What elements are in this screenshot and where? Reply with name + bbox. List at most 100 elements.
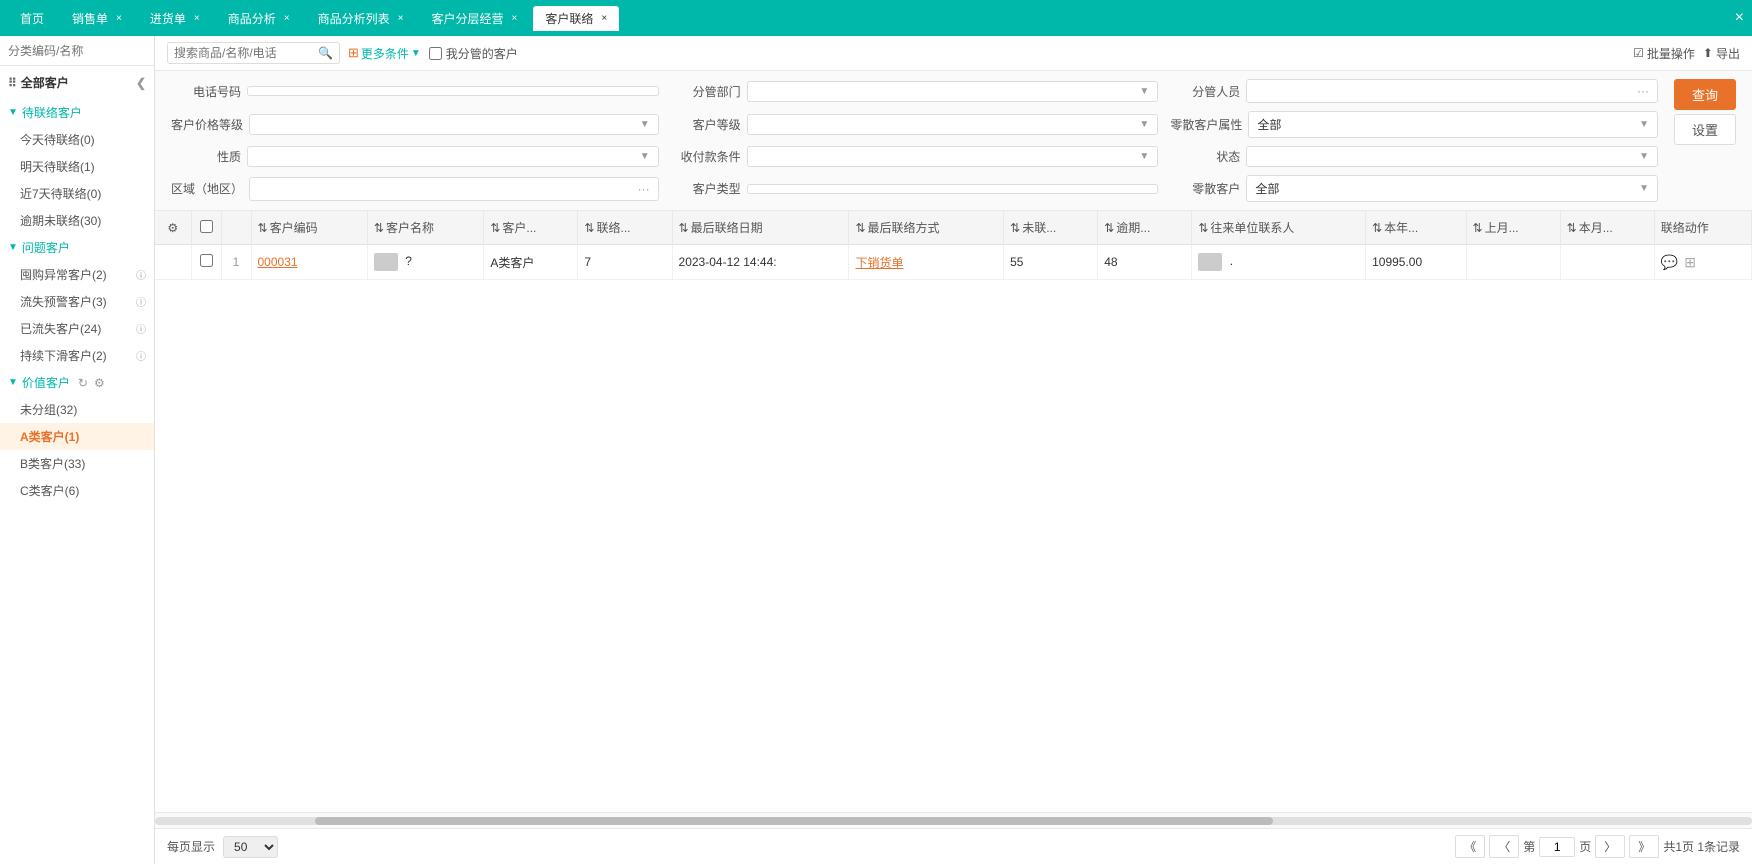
last-page-btn[interactable]: 》 (1629, 835, 1659, 858)
page-input[interactable] (1539, 837, 1575, 857)
col-company-contact-sort[interactable]: ⇅ (1198, 221, 1208, 235)
filter-field-manager: 分管人员 ··· (1170, 79, 1658, 103)
bottom-bar: 每页显示 20 50 100 《 〈 第 页 〉 》 共1页 1条记录 (155, 828, 1752, 864)
sidebar-item-overdue[interactable]: 逾期未联络(30) (0, 207, 154, 234)
nav-purchase-close[interactable]: × (194, 13, 200, 24)
col-settings[interactable]: ⚙ (155, 211, 191, 245)
col-last-date-sort[interactable]: ⇅ (679, 221, 689, 235)
value-settings-icon[interactable]: ⚙ (94, 376, 105, 390)
settings-btn[interactable]: 设置 (1674, 114, 1736, 145)
nature-select[interactable]: ▼ (247, 146, 659, 167)
last-method-link[interactable]: 下销货单 (855, 256, 903, 270)
col-type-sort[interactable]: ⇅ (490, 221, 500, 235)
phone-input[interactable] (247, 86, 659, 96)
status-select[interactable]: ▼ (1246, 146, 1658, 167)
query-btn[interactable]: 查询 (1674, 79, 1736, 110)
dept-select[interactable]: ▼ (747, 81, 1159, 102)
sidebar: 🔍 ⠿ 全部客户 ❮ ▼ 待联络客户 今天待联络(0) 明天待联络(1) 近7天… (0, 36, 155, 864)
sidebar-item-churn-warning[interactable]: 流失预警客户(3) ⓘ (0, 288, 154, 315)
payment-select[interactable]: ▼ (747, 146, 1159, 167)
row-last-method-cell[interactable]: 下销货单 (849, 245, 1004, 280)
pagination: 《 〈 第 页 〉 》 共1页 1条记录 (1455, 835, 1740, 858)
nav-product-analysis-close[interactable]: × (284, 13, 290, 24)
scroll-thumb[interactable] (315, 817, 1273, 825)
row-checkbox[interactable] (200, 254, 213, 267)
comment-action-icon[interactable]: 💬 (1661, 254, 1678, 271)
close-all-btn[interactable]: × (1735, 9, 1744, 27)
col-overdue-sort[interactable]: ⇅ (1104, 221, 1114, 235)
retail-attr-select[interactable]: 全部 ▼ (1248, 111, 1658, 138)
nav-product-analysis[interactable]: 商品分析 × (216, 6, 302, 31)
row-code-cell[interactable]: 000031 (251, 245, 367, 280)
sidebar-item-churned[interactable]: 已流失客户(24) ⓘ (0, 315, 154, 342)
my-customers-checkbox-label[interactable]: 我分管的客户 (429, 45, 518, 62)
page-size-select[interactable]: 20 50 100 (223, 836, 278, 858)
sidebar-item-type-c[interactable]: C类客户(6) (0, 477, 154, 504)
sidebar-collapse-btn[interactable]: ❮ (136, 76, 146, 90)
page-unit: 页 (1579, 838, 1591, 855)
value-refresh-icon[interactable]: ↻ (78, 376, 88, 390)
nav-home[interactable]: 首页 (8, 6, 56, 31)
prev-page-btn[interactable]: 〈 (1489, 835, 1519, 858)
customer-code-link[interactable]: 000031 (258, 255, 298, 269)
ctype-label: 客户类型 (671, 180, 741, 197)
customer-level-select[interactable]: ▼ (747, 114, 1159, 135)
select-all-checkbox[interactable] (200, 220, 213, 233)
sidebar-section-pending[interactable]: ▼ 待联络客户 (0, 99, 154, 126)
sidebar-item-type-b[interactable]: B类客户(33) (0, 450, 154, 477)
nav-customer-contact[interactable]: 客户联络 × (533, 6, 619, 31)
nav-sales[interactable]: 销售单 × (60, 6, 134, 31)
filter-search-icon[interactable]: 🔍 (318, 46, 333, 60)
sidebar-item-type-a[interactable]: A类客户(1) (0, 423, 154, 450)
col-checkbox-header[interactable] (191, 211, 221, 245)
nav-product-list-close[interactable]: × (398, 13, 404, 24)
col-contact-sort[interactable]: ⇅ (584, 221, 594, 235)
col-this-year-sort[interactable]: ⇅ (1372, 221, 1382, 235)
filter-search-input[interactable] (174, 46, 314, 60)
sidebar-item-declining[interactable]: 持续下滑客户(2) ⓘ (0, 342, 154, 369)
nav-customer-contact-close[interactable]: × (601, 13, 607, 24)
nav-product-analysis-list[interactable]: 商品分析列表 × (306, 6, 416, 31)
first-page-btn[interactable]: 《 (1455, 835, 1485, 858)
content-area: 🔍 ⊞ 更多条件 ▼ 我分管的客户 ☑ 批量操作 ⬆ 导出 (155, 36, 1752, 864)
filter-bar: 🔍 ⊞ 更多条件 ▼ 我分管的客户 ☑ 批量操作 ⬆ 导出 (155, 36, 1752, 71)
sidebar-item-today[interactable]: 今天待联络(0) (0, 126, 154, 153)
nav-purchase[interactable]: 进货单 × (138, 6, 212, 31)
grid-action-icon[interactable]: ⊞ (1684, 254, 1696, 271)
next-page-btn[interactable]: 〉 (1595, 835, 1625, 858)
col-name-sort[interactable]: ⇅ (374, 221, 384, 235)
sidebar-all-customers[interactable]: ⠿ 全部客户 ❮ (0, 66, 154, 99)
sidebar-item-unclassified[interactable]: 未分组(32) (0, 396, 154, 423)
manager-input[interactable]: ··· (1246, 79, 1658, 103)
retail-select[interactable]: 全部 ▼ (1246, 175, 1658, 202)
sidebar-item-tomorrow[interactable]: 明天待联络(1) (0, 153, 154, 180)
nav-sales-close[interactable]: × (116, 13, 122, 24)
grid-icon: ⠿ (8, 76, 17, 90)
col-code-sort[interactable]: ⇅ (258, 221, 268, 235)
horizontal-scrollbar[interactable] (155, 812, 1752, 828)
sidebar-section-value[interactable]: ▼ 价值客户 ↻ ⚙ (0, 369, 154, 396)
row-checkbox-cell[interactable] (191, 245, 221, 280)
sidebar-item-7days[interactable]: 近7天待联络(0) (0, 180, 154, 207)
sidebar-section-problem[interactable]: ▼ 问题客户 (0, 234, 154, 261)
nav-customer-stratify[interactable]: 客户分层经营 × (419, 6, 529, 31)
my-customers-checkbox[interactable] (429, 47, 442, 60)
more-conditions-btn[interactable]: ⊞ 更多条件 ▼ (348, 45, 421, 62)
col-this-month-sort[interactable]: ⇅ (1567, 221, 1577, 235)
col-last-method-sort[interactable]: ⇅ (855, 221, 865, 235)
col-last-month: ⇅ 上月... (1466, 211, 1560, 245)
price-level-select[interactable]: ▼ (249, 114, 659, 135)
filter-field-retail-attr: 零散客户属性 全部 ▼ (1170, 111, 1658, 138)
col-last-month-sort[interactable]: ⇅ (1473, 221, 1483, 235)
ctype-input[interactable] (747, 184, 1159, 194)
sidebar-item-hoarding[interactable]: 囤购异常客户(2) ⓘ (0, 261, 154, 288)
filter-row-4: 区域（地区） ··· 客户类型 (171, 175, 1658, 202)
region-input[interactable]: ··· (249, 177, 659, 201)
batch-op-btn[interactable]: ☑ 批量操作 (1633, 45, 1695, 62)
sidebar-search-input[interactable] (8, 44, 155, 58)
nav-customer-stratify-close[interactable]: × (511, 13, 517, 24)
col-uncontacted-sort[interactable]: ⇅ (1010, 221, 1020, 235)
col-uncontacted: ⇅ 未联... (1004, 211, 1098, 245)
export-btn[interactable]: ⬆ 导出 (1703, 45, 1740, 62)
settings-gear-icon[interactable]: ⚙ (167, 221, 178, 235)
